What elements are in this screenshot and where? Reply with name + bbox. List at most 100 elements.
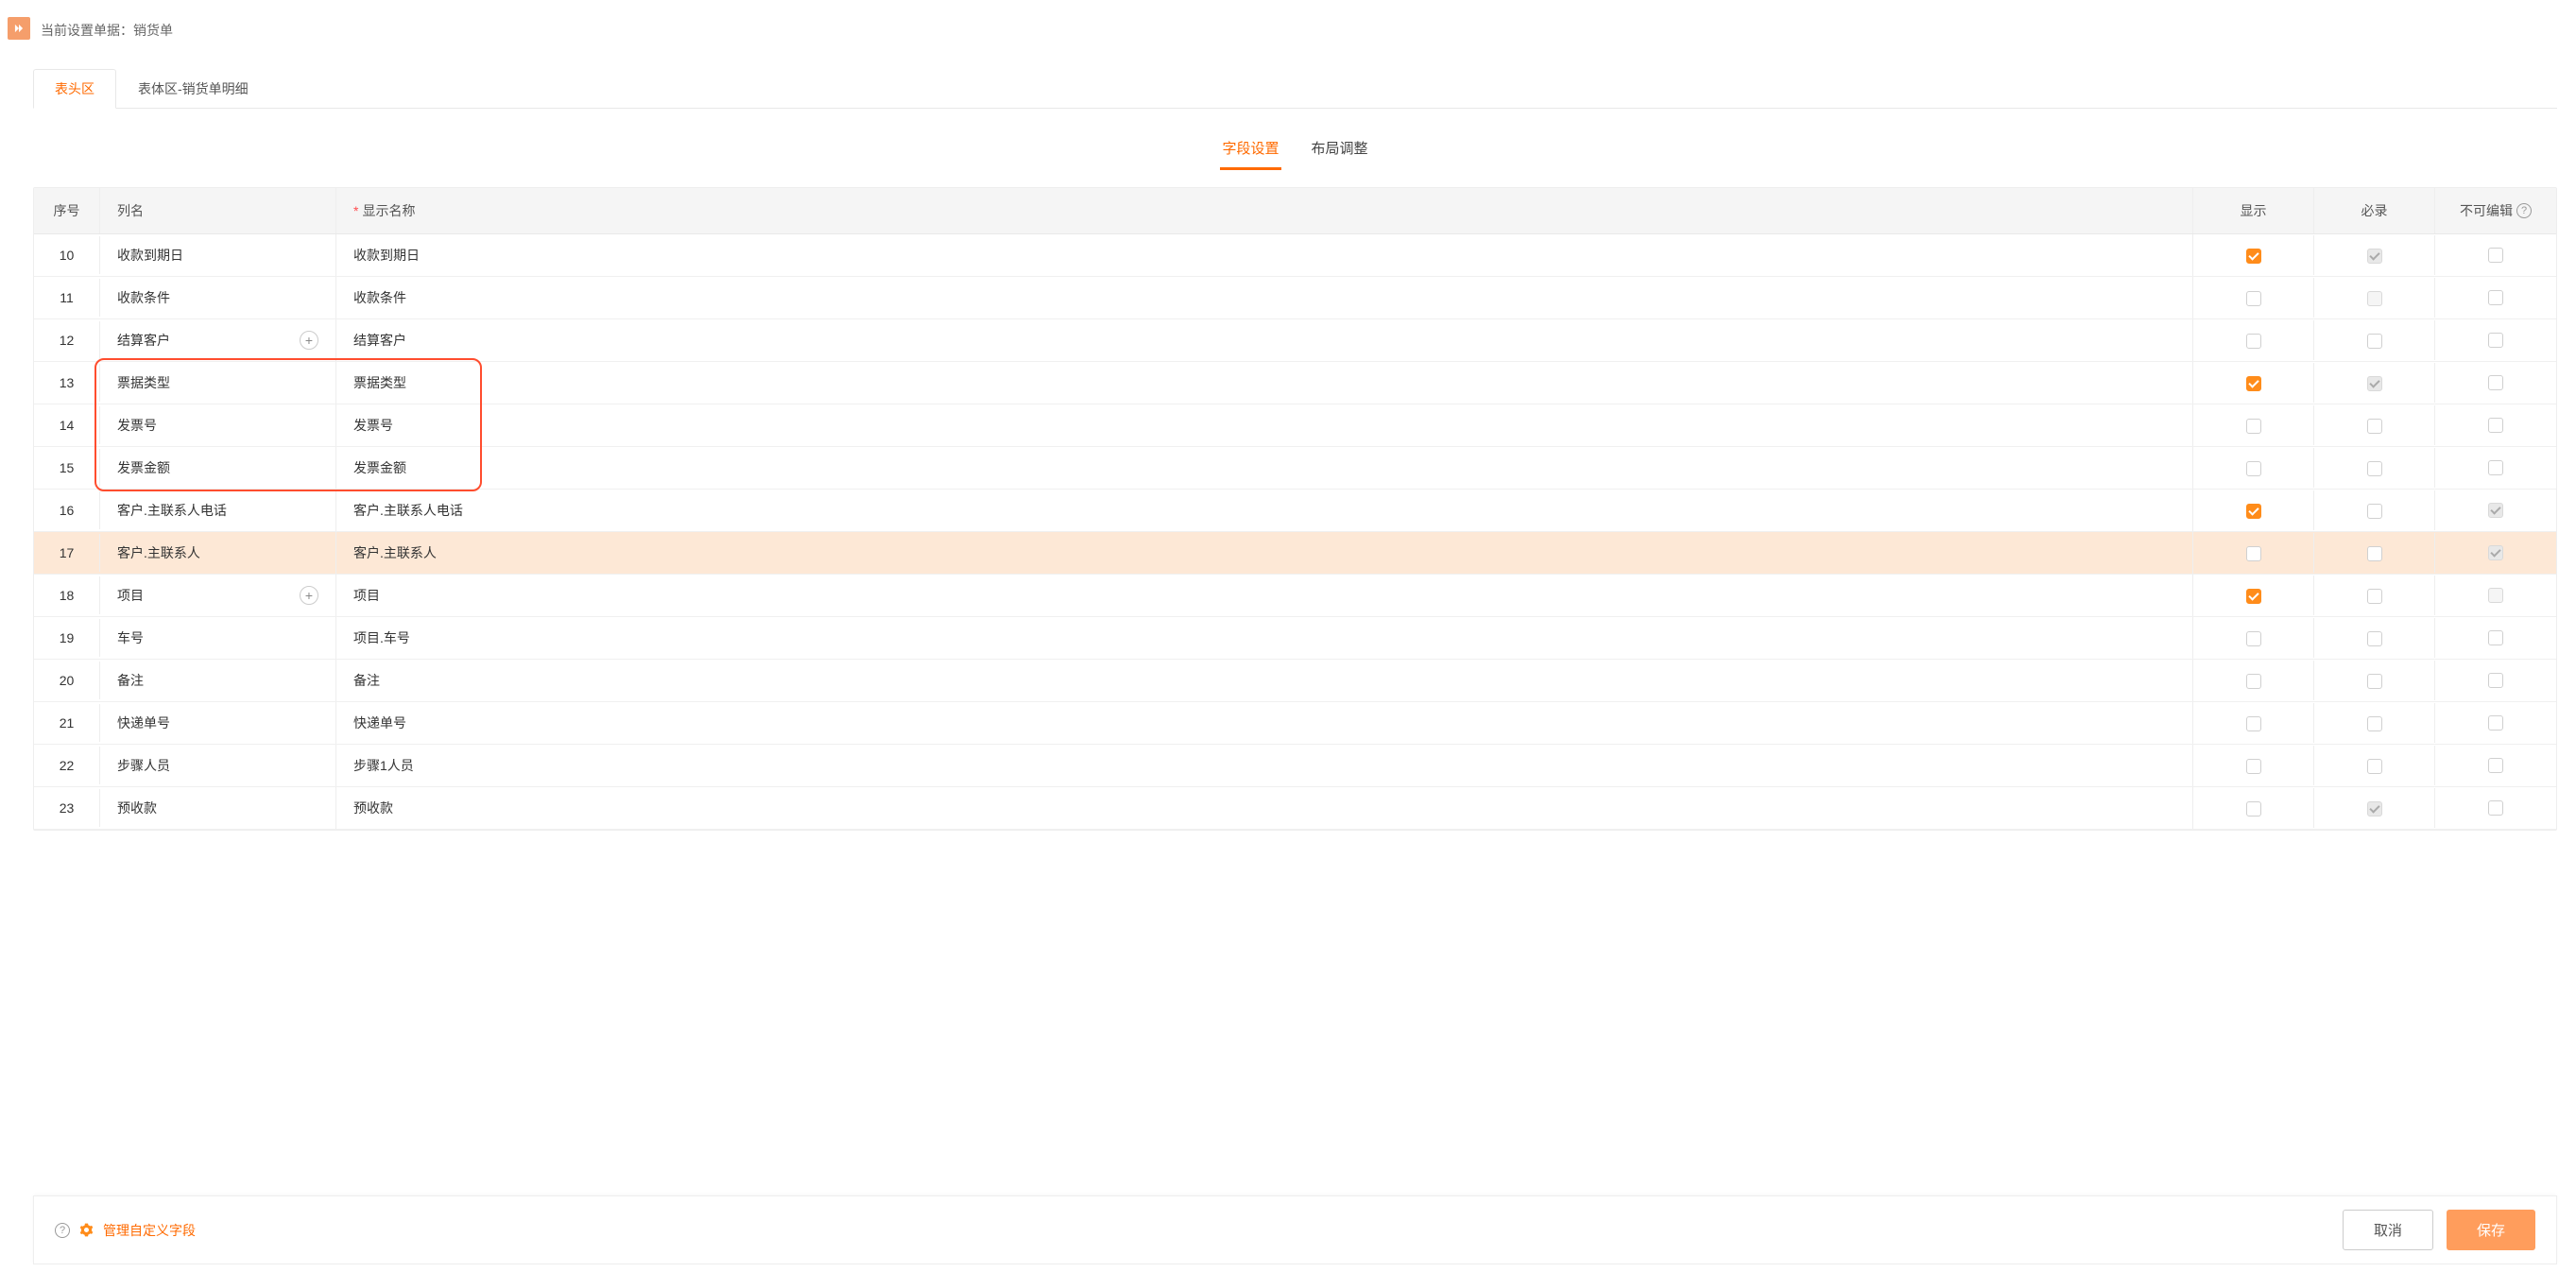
table-row: 17 客户.主联系人 客户.主联系人 bbox=[34, 532, 2556, 575]
readonly-checkbox[interactable] bbox=[2488, 418, 2503, 433]
table-row: 19车号项目.车号 bbox=[34, 617, 2556, 660]
required-checkbox[interactable] bbox=[2367, 716, 2382, 731]
table-body: 10收款到期日收款到期日11收款条件收款条件12结算客户+结算客户13票据类型票… bbox=[34, 234, 2556, 830]
main-tab-1[interactable]: 表体区-销货单明细 bbox=[116, 69, 270, 109]
show-checkbox[interactable] bbox=[2246, 419, 2261, 434]
cell-required bbox=[2314, 490, 2435, 529]
show-checkbox[interactable] bbox=[2246, 589, 2261, 604]
cell-readonly bbox=[2435, 449, 2556, 487]
main-tab-0[interactable]: 表头区 bbox=[33, 69, 116, 109]
cell-readonly bbox=[2435, 704, 2556, 742]
required-checkbox[interactable] bbox=[2367, 759, 2382, 774]
required-checkbox[interactable] bbox=[2367, 589, 2382, 604]
required-checkbox[interactable] bbox=[2367, 334, 2382, 349]
custom-fields-link[interactable]: 管理自定义字段 bbox=[103, 1221, 196, 1240]
show-checkbox[interactable] bbox=[2246, 504, 2261, 519]
cell-name-label: 客户.主联系人 bbox=[117, 543, 200, 562]
cell-display-name[interactable]: 客户.主联系人 bbox=[336, 532, 2193, 574]
readonly-checkbox[interactable] bbox=[2488, 460, 2503, 475]
cell-display-name[interactable]: 票据类型 bbox=[336, 362, 2193, 404]
required-checkbox bbox=[2367, 291, 2382, 306]
show-checkbox[interactable] bbox=[2246, 334, 2261, 349]
readonly-checkbox[interactable] bbox=[2488, 715, 2503, 731]
header-readonly: 不可编辑 ? bbox=[2435, 188, 2556, 233]
cell-display-name[interactable]: 快递单号 bbox=[336, 702, 2193, 744]
cell-name: 快递单号 bbox=[100, 702, 336, 744]
readonly-checkbox bbox=[2488, 545, 2503, 560]
show-checkbox[interactable] bbox=[2246, 801, 2261, 816]
sub-tab-1[interactable]: 布局调整 bbox=[1310, 132, 1370, 170]
cell-display-name[interactable]: 客户.主联系人电话 bbox=[336, 490, 2193, 531]
show-checkbox[interactable] bbox=[2246, 249, 2261, 264]
cell-name: 预收款 bbox=[100, 787, 336, 829]
cell-display-name[interactable]: 发票金额 bbox=[336, 447, 2193, 489]
cell-required bbox=[2314, 746, 2435, 784]
required-checkbox[interactable] bbox=[2367, 631, 2382, 646]
required-checkbox[interactable] bbox=[2367, 461, 2382, 476]
show-checkbox[interactable] bbox=[2246, 291, 2261, 306]
cell-seq: 17 bbox=[34, 534, 100, 572]
sub-tab-0[interactable]: 字段设置 bbox=[1220, 132, 1280, 170]
help-icon[interactable]: ? bbox=[55, 1223, 70, 1238]
cell-display-name[interactable]: 发票号 bbox=[336, 404, 2193, 446]
readonly-checkbox[interactable] bbox=[2488, 630, 2503, 645]
show-checkbox[interactable] bbox=[2246, 674, 2261, 689]
cell-display-name[interactable]: 步骤1人员 bbox=[336, 745, 2193, 786]
table-row: 20备注备注 bbox=[34, 660, 2556, 702]
cell-display-name[interactable]: 收款到期日 bbox=[336, 234, 2193, 276]
chevron-double-right-icon bbox=[12, 22, 26, 35]
required-star-icon: * bbox=[353, 203, 358, 218]
cell-name: 客户.主联系人 bbox=[100, 532, 336, 574]
add-subfield-button[interactable]: + bbox=[300, 331, 318, 350]
show-checkbox[interactable] bbox=[2246, 546, 2261, 561]
show-checkbox[interactable] bbox=[2246, 461, 2261, 476]
help-icon[interactable]: ? bbox=[2516, 203, 2532, 218]
required-checkbox[interactable] bbox=[2367, 546, 2382, 561]
cell-seq: 11 bbox=[34, 279, 100, 317]
cell-seq: 16 bbox=[34, 491, 100, 529]
cell-display-name[interactable]: 收款条件 bbox=[336, 277, 2193, 318]
required-checkbox[interactable] bbox=[2367, 674, 2382, 689]
required-checkbox[interactable] bbox=[2367, 419, 2382, 434]
field-settings-table: 序号 列名 *显示名称 显示 必录 不可编辑 ? 10收款到期日收款到期日11收… bbox=[33, 187, 2557, 831]
required-checkbox[interactable] bbox=[2367, 504, 2382, 519]
cell-display-name[interactable]: 结算客户 bbox=[336, 319, 2193, 361]
cell-readonly bbox=[2435, 619, 2556, 657]
save-button[interactable]: 保存 bbox=[2447, 1210, 2535, 1250]
cell-name-label: 步骤人员 bbox=[117, 756, 170, 775]
cell-display-name[interactable]: 备注 bbox=[336, 660, 2193, 701]
expand-panel-button[interactable] bbox=[8, 17, 30, 40]
cell-seq: 18 bbox=[34, 576, 100, 614]
show-checkbox[interactable] bbox=[2246, 376, 2261, 391]
gear-icon bbox=[79, 1223, 94, 1237]
cell-required bbox=[2314, 235, 2435, 274]
cancel-button[interactable]: 取消 bbox=[2343, 1210, 2433, 1250]
required-checkbox bbox=[2367, 376, 2382, 391]
readonly-checkbox[interactable] bbox=[2488, 673, 2503, 688]
cell-required bbox=[2314, 788, 2435, 827]
readonly-checkbox[interactable] bbox=[2488, 758, 2503, 773]
header-required: 必录 bbox=[2314, 188, 2435, 233]
readonly-checkbox[interactable] bbox=[2488, 800, 2503, 816]
cell-display-name[interactable]: 项目 bbox=[336, 575, 2193, 616]
header-seq: 序号 bbox=[34, 188, 100, 233]
readonly-checkbox[interactable] bbox=[2488, 375, 2503, 390]
readonly-checkbox[interactable] bbox=[2488, 290, 2503, 305]
show-checkbox[interactable] bbox=[2246, 631, 2261, 646]
readonly-checkbox[interactable] bbox=[2488, 333, 2503, 348]
cell-name: 收款到期日 bbox=[100, 234, 336, 276]
header-display: *显示名称 bbox=[336, 188, 2193, 233]
add-subfield-button[interactable]: + bbox=[300, 586, 318, 605]
cell-readonly bbox=[2435, 236, 2556, 274]
cell-required bbox=[2314, 405, 2435, 444]
cell-required bbox=[2314, 661, 2435, 699]
cell-show bbox=[2193, 661, 2314, 699]
show-checkbox[interactable] bbox=[2246, 716, 2261, 731]
readonly-checkbox[interactable] bbox=[2488, 248, 2503, 263]
show-checkbox[interactable] bbox=[2246, 759, 2261, 774]
cell-name: 结算客户+ bbox=[100, 319, 336, 361]
cell-display-name[interactable]: 项目.车号 bbox=[336, 617, 2193, 659]
table-row: 15发票金额发票金额 bbox=[34, 447, 2556, 490]
cell-readonly bbox=[2435, 491, 2556, 529]
cell-display-name[interactable]: 预收款 bbox=[336, 787, 2193, 829]
